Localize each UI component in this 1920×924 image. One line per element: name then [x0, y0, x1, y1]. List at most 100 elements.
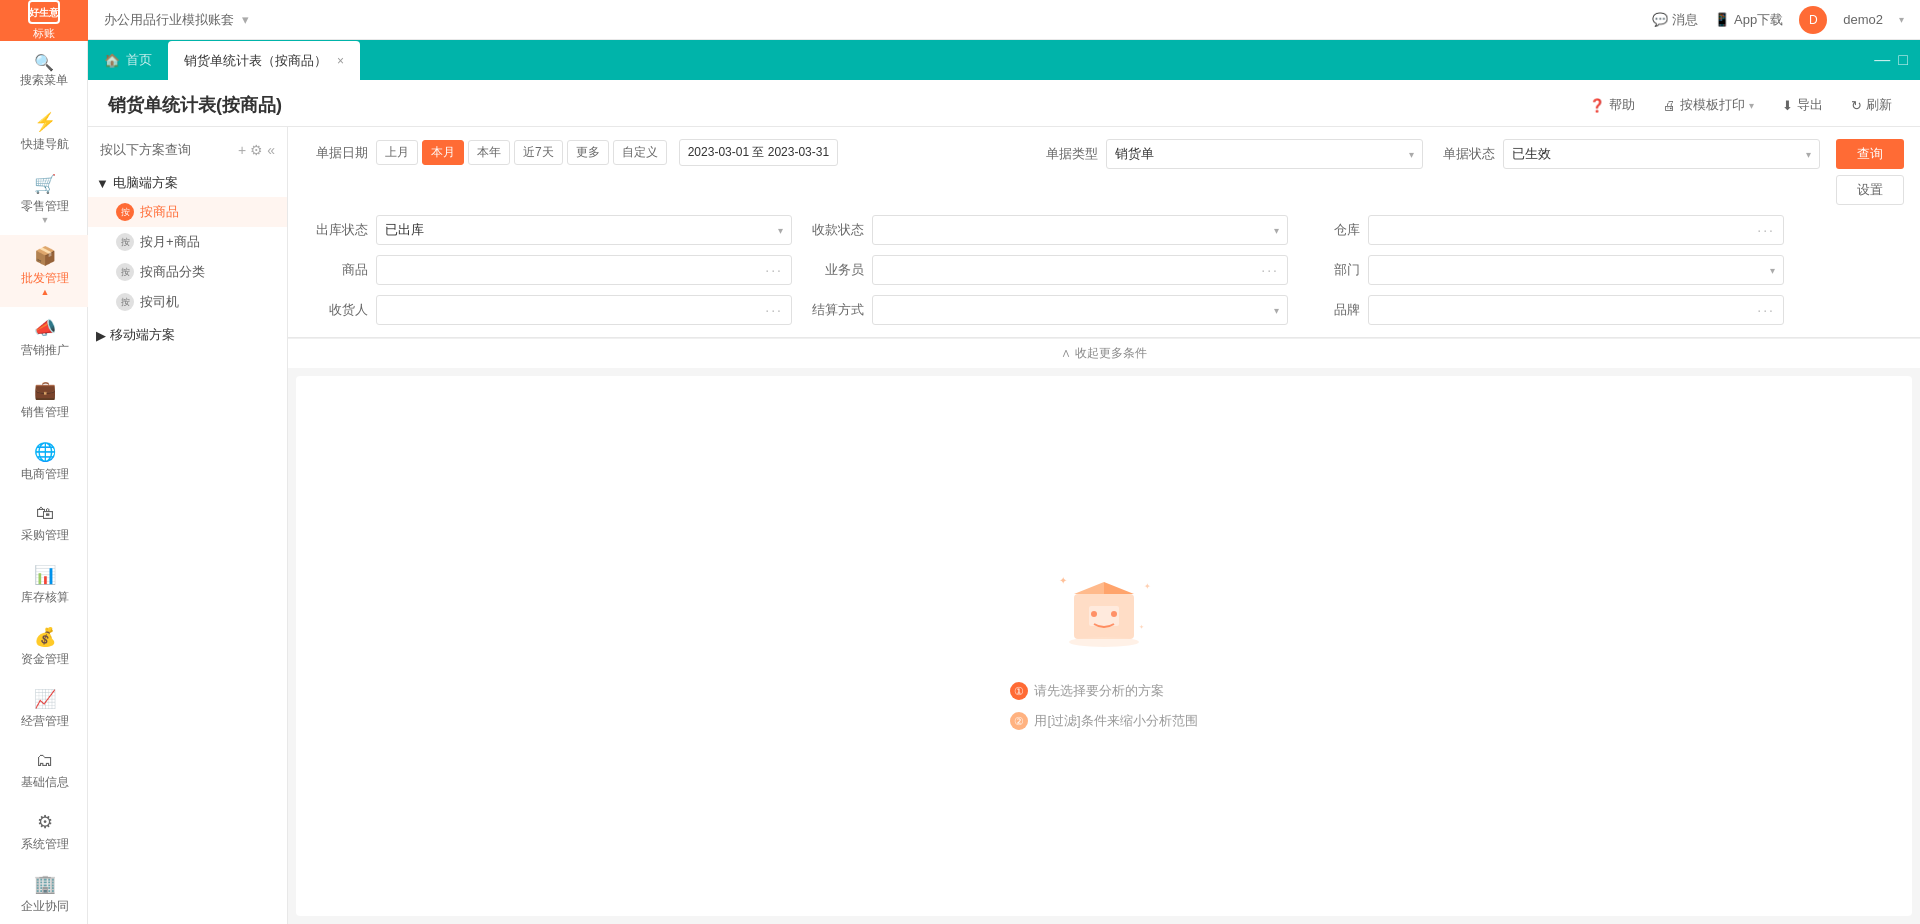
- message-button[interactable]: 💬 消息: [1652, 11, 1698, 29]
- out-status-field[interactable]: 已出库 ▾: [376, 215, 792, 245]
- consignee-label: 收货人: [304, 301, 376, 319]
- brand-field[interactable]: ···: [1368, 295, 1784, 325]
- payment-status-field[interactable]: ▾: [872, 215, 1288, 245]
- svg-text:好生意: 好生意: [30, 7, 58, 18]
- tab-sales-stats[interactable]: 销货单统计表（按商品） ×: [168, 41, 360, 81]
- workspace-dropdown-icon[interactable]: ▾: [242, 12, 249, 27]
- sidebar: 好生意 标账 🔍 搜索菜单 ⚡ 快捷导航 🛒 零售管理 ▼ 📦 批发管理 ▲ 📣…: [0, 0, 88, 924]
- sidebar-search[interactable]: 🔍 搜索菜单: [0, 41, 88, 101]
- sidebar-item-ecom[interactable]: 🌐 电商管理: [0, 431, 88, 493]
- user-avatar[interactable]: D: [1799, 6, 1827, 34]
- operations-icon: 📈: [34, 688, 56, 710]
- doc-status-label: 单据状态: [1431, 145, 1503, 163]
- system-icon: ⚙: [37, 811, 53, 833]
- salesperson-dots: ···: [1261, 262, 1279, 278]
- export-icon: ⬇: [1782, 98, 1793, 113]
- sidebar-item-finance[interactable]: 💰 资金管理: [0, 616, 88, 678]
- quicknav-icon: ⚡: [34, 111, 56, 133]
- tip-num-2: ②: [1010, 712, 1028, 730]
- tip-text-2: 用[过滤]条件来缩小分析范围: [1034, 708, 1197, 734]
- user-dropdown-icon[interactable]: ▾: [1899, 14, 1904, 25]
- page-title: 销货单统计表(按商品): [108, 93, 282, 117]
- tip-num-1: ①: [1010, 682, 1028, 700]
- scheme-item-by-month-product[interactable]: 按 按月+商品: [88, 227, 287, 257]
- doc-type-label: 单据类型: [1034, 145, 1106, 163]
- settle-method-field[interactable]: ▾: [872, 295, 1288, 325]
- scheme-item-by-product[interactable]: 按 按商品: [88, 197, 287, 227]
- sidebar-item-retail[interactable]: 🛒 零售管理 ▼: [0, 163, 88, 235]
- tab-close-button[interactable]: ×: [337, 54, 344, 68]
- purchase-icon: 🛍: [36, 503, 54, 524]
- scheme-item-by-driver[interactable]: 按 按司机: [88, 287, 287, 317]
- scheme-icon-gray3: 按: [116, 293, 134, 311]
- home-icon: 🏠: [104, 53, 120, 68]
- refresh-button[interactable]: ↻ 刷新: [1843, 92, 1900, 118]
- sidebar-item-operations[interactable]: 📈 经营管理: [0, 678, 88, 740]
- wholesale-icon: 📦: [34, 245, 56, 267]
- date-btn-last-month[interactable]: 上月: [376, 140, 418, 165]
- content-area: 销货单统计表(按商品) ❓ 帮助 🖨 按模板打印 ▾ ⬇ 导出 ↻ 刷新: [88, 80, 1920, 924]
- svg-marker-3: [1074, 582, 1104, 594]
- help-icon: ❓: [1589, 98, 1605, 113]
- sidebar-item-basic[interactable]: 🗂 基础信息: [0, 740, 88, 801]
- tab-active-label: 销货单统计表（按商品）: [184, 52, 327, 70]
- main-content: 按以下方案查询 + ⚙ « ▼ 电脑端方案 按 按商品: [88, 127, 1920, 924]
- warehouse-field[interactable]: ···: [1368, 215, 1784, 245]
- left-panel-title: 按以下方案查询: [100, 141, 191, 159]
- date-btn-this-year[interactable]: 本年: [468, 140, 510, 165]
- page-header: 销货单统计表(按商品) ❓ 帮助 🖨 按模板打印 ▾ ⬇ 导出 ↻ 刷新: [88, 80, 1920, 127]
- scheme-label-byproduct: 按商品: [140, 203, 179, 221]
- product-field[interactable]: ···: [376, 255, 792, 285]
- top-header: 办公用品行业模拟账套 ▾ 💬 消息 📱 App下载 D demo2 ▾: [88, 0, 1920, 40]
- add-scheme-button[interactable]: +: [238, 142, 246, 158]
- tab-maximize-button[interactable]: □: [1898, 51, 1908, 69]
- query-button[interactable]: 查询: [1836, 139, 1904, 169]
- consignee-field[interactable]: ···: [376, 295, 792, 325]
- mobile-group-title[interactable]: ▶ 移动端方案: [88, 321, 287, 349]
- sidebar-item-marketing[interactable]: 📣 营销推广: [0, 307, 88, 369]
- scheme-item-by-category[interactable]: 按 按商品分类: [88, 257, 287, 287]
- svg-point-11: [1069, 637, 1139, 647]
- sidebar-item-quicknav[interactable]: ⚡ 快捷导航: [0, 101, 88, 163]
- sidebar-logo[interactable]: 好生意 标账: [0, 0, 88, 41]
- workspace-selector[interactable]: 办公用品行业模拟账套 ▾: [104, 11, 249, 29]
- export-button[interactable]: ⬇ 导出: [1774, 92, 1831, 118]
- date-range-input[interactable]: 2023-03-01 至 2023-03-31: [679, 139, 838, 166]
- sidebar-item-purchase[interactable]: 🛍 采购管理: [0, 493, 88, 554]
- department-field[interactable]: ▾: [1368, 255, 1784, 285]
- settings-button[interactable]: 设置: [1836, 175, 1904, 205]
- out-status-label: 出库状态: [304, 221, 376, 239]
- finance-icon: 💰: [34, 626, 56, 648]
- sidebar-item-wholesale[interactable]: 📦 批发管理 ▲: [0, 235, 88, 307]
- sidebar-item-enterprise[interactable]: 🏢 企业协同: [0, 863, 88, 924]
- doc-status-field[interactable]: 已生效 ▾: [1503, 139, 1820, 169]
- date-filter-label: 单据日期: [304, 144, 376, 162]
- tab-home[interactable]: 🏠 首页: [88, 40, 168, 80]
- left-panel: 按以下方案查询 + ⚙ « ▼ 电脑端方案 按 按商品: [88, 127, 288, 924]
- sales-icon: 💼: [34, 379, 56, 401]
- tab-minimize-button[interactable]: —: [1874, 51, 1890, 69]
- tip-item-1: ① 请先选择要分析的方案: [1010, 678, 1197, 704]
- app-download-button[interactable]: 📱 App下载: [1714, 11, 1783, 29]
- sidebar-logo-text: 标账: [33, 26, 55, 41]
- sidebar-item-sales[interactable]: 💼 销售管理: [0, 369, 88, 431]
- sidebar-item-system[interactable]: ⚙ 系统管理: [0, 801, 88, 863]
- date-btn-7days[interactable]: 近7天: [514, 140, 563, 165]
- doc-type-field[interactable]: 销货单 ▾: [1106, 139, 1423, 169]
- print-dropdown-icon[interactable]: ▾: [1749, 100, 1754, 111]
- date-btn-custom[interactable]: 自定义: [613, 140, 667, 165]
- page-actions: ❓ 帮助 🖨 按模板打印 ▾ ⬇ 导出 ↻ 刷新: [1581, 92, 1900, 118]
- salesperson-label: 业务员: [800, 261, 872, 279]
- collapse-panel-button[interactable]: «: [267, 142, 275, 158]
- date-btn-this-month[interactable]: 本月: [422, 140, 464, 165]
- print-button[interactable]: 🖨 按模板打印 ▾: [1655, 92, 1762, 118]
- date-btn-more[interactable]: 更多: [567, 140, 609, 165]
- salesperson-field[interactable]: ···: [872, 255, 1288, 285]
- sidebar-item-inventory[interactable]: 📊 库存核算: [0, 554, 88, 616]
- settings-scheme-button[interactable]: ⚙: [250, 142, 263, 158]
- left-panel-actions: + ⚙ «: [238, 142, 275, 158]
- pc-group-title[interactable]: ▼ 电脑端方案: [88, 169, 287, 197]
- doc-status-arrow: ▾: [1806, 149, 1811, 160]
- help-button[interactable]: ❓ 帮助: [1581, 92, 1643, 118]
- collapse-bar[interactable]: ∧ 收起更多条件: [288, 338, 1920, 368]
